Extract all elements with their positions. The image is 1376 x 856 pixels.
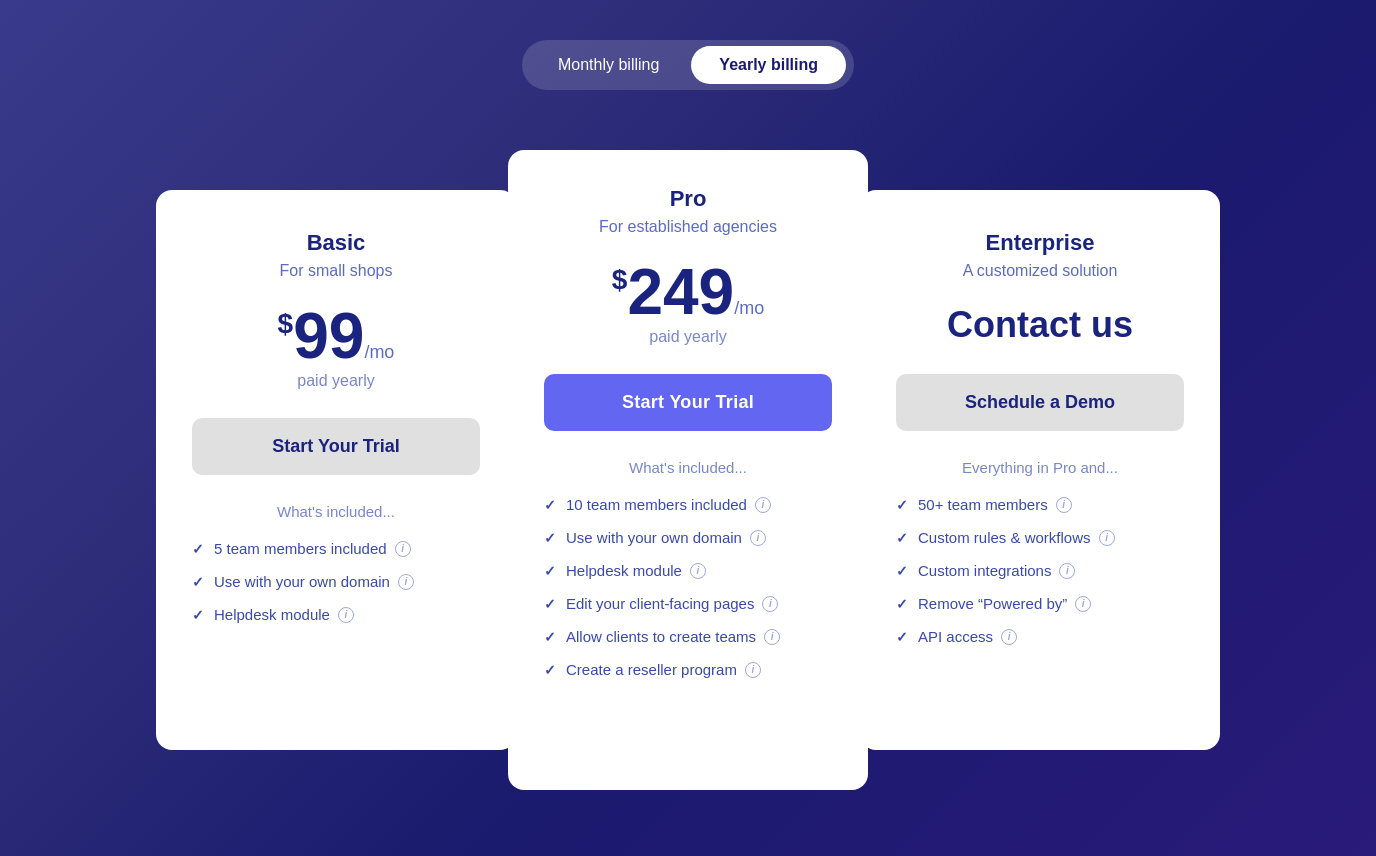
check-icon: ✓ bbox=[192, 607, 204, 623]
basic-features-title: What's included... bbox=[192, 503, 480, 520]
list-item: ✓ Helpdesk module i bbox=[544, 562, 832, 579]
list-item: ✓ 10 team members included i bbox=[544, 496, 832, 513]
list-item: ✓ 50+ team members i bbox=[896, 496, 1184, 513]
enterprise-features-title: Everything in Pro and... bbox=[896, 459, 1184, 476]
list-item: ✓ Helpdesk module i bbox=[192, 606, 480, 623]
enterprise-contact-label: Contact us bbox=[896, 304, 1184, 346]
info-icon[interactable]: i bbox=[1075, 596, 1091, 612]
info-icon[interactable]: i bbox=[750, 530, 766, 546]
info-icon[interactable]: i bbox=[745, 662, 761, 678]
check-icon: ✓ bbox=[896, 530, 908, 546]
list-item: ✓ Use with your own domain i bbox=[192, 573, 480, 590]
yearly-billing-option[interactable]: Yearly billing bbox=[691, 46, 846, 84]
pro-price-period: /mo bbox=[734, 298, 764, 318]
check-icon: ✓ bbox=[896, 629, 908, 645]
list-item: ✓ API access i bbox=[896, 628, 1184, 645]
pro-cta-button[interactable]: Start Your Trial bbox=[544, 374, 832, 431]
check-icon: ✓ bbox=[896, 596, 908, 612]
basic-cta-button[interactable]: Start Your Trial bbox=[192, 418, 480, 475]
pricing-cards: Basic For small shops $99/mo paid yearly… bbox=[28, 150, 1348, 790]
info-icon[interactable]: i bbox=[755, 497, 771, 513]
basic-price-period: /mo bbox=[364, 342, 394, 362]
list-item: ✓ Remove “Powered by” i bbox=[896, 595, 1184, 612]
pro-price-amount: 249 bbox=[627, 256, 734, 328]
check-icon: ✓ bbox=[544, 497, 556, 513]
basic-price-billing: paid yearly bbox=[192, 372, 480, 390]
check-icon: ✓ bbox=[896, 563, 908, 579]
info-icon[interactable]: i bbox=[338, 607, 354, 623]
basic-plan-name: Basic bbox=[192, 230, 480, 256]
pro-plan-tagline: For established agencies bbox=[544, 218, 832, 236]
list-item: ✓ Custom integrations i bbox=[896, 562, 1184, 579]
check-icon: ✓ bbox=[544, 662, 556, 678]
info-icon[interactable]: i bbox=[762, 596, 778, 612]
pro-price-row: $249/mo bbox=[544, 260, 832, 324]
list-item: ✓ Create a reseller program i bbox=[544, 661, 832, 678]
check-icon: ✓ bbox=[192, 541, 204, 557]
info-icon[interactable]: i bbox=[398, 574, 414, 590]
basic-plan-tagline: For small shops bbox=[192, 262, 480, 280]
list-item: ✓ Custom rules & workflows i bbox=[896, 529, 1184, 546]
monthly-billing-option[interactable]: Monthly billing bbox=[530, 46, 687, 84]
check-icon: ✓ bbox=[544, 530, 556, 546]
info-icon[interactable]: i bbox=[1059, 563, 1075, 579]
check-icon: ✓ bbox=[544, 563, 556, 579]
pro-features-title: What's included... bbox=[544, 459, 832, 476]
info-icon[interactable]: i bbox=[1056, 497, 1072, 513]
check-icon: ✓ bbox=[896, 497, 908, 513]
enterprise-plan-card: Enterprise A customized solution Contact… bbox=[860, 190, 1220, 750]
enterprise-plan-name: Enterprise bbox=[896, 230, 1184, 256]
list-item: ✓ 5 team members included i bbox=[192, 540, 480, 557]
list-item: ✓ Edit your client-facing pages i bbox=[544, 595, 832, 612]
basic-price-amount: 99 bbox=[293, 300, 364, 372]
info-icon[interactable]: i bbox=[1001, 629, 1017, 645]
info-icon[interactable]: i bbox=[1099, 530, 1115, 546]
basic-price-symbol: $ bbox=[278, 308, 294, 339]
info-icon[interactable]: i bbox=[764, 629, 780, 645]
info-icon[interactable]: i bbox=[395, 541, 411, 557]
pro-price-billing: paid yearly bbox=[544, 328, 832, 346]
basic-plan-card: Basic For small shops $99/mo paid yearly… bbox=[156, 190, 516, 750]
check-icon: ✓ bbox=[544, 596, 556, 612]
pro-price-symbol: $ bbox=[612, 264, 628, 295]
info-icon[interactable]: i bbox=[690, 563, 706, 579]
check-icon: ✓ bbox=[192, 574, 204, 590]
pro-plan-card: Pro For established agencies $249/mo pai… bbox=[508, 150, 868, 790]
billing-toggle: Monthly billing Yearly billing bbox=[522, 40, 854, 90]
list-item: ✓ Use with your own domain i bbox=[544, 529, 832, 546]
list-item: ✓ Allow clients to create teams i bbox=[544, 628, 832, 645]
enterprise-plan-tagline: A customized solution bbox=[896, 262, 1184, 280]
check-icon: ✓ bbox=[544, 629, 556, 645]
pro-plan-name: Pro bbox=[544, 186, 832, 212]
basic-price-row: $99/mo bbox=[192, 304, 480, 368]
enterprise-cta-button[interactable]: Schedule a Demo bbox=[896, 374, 1184, 431]
